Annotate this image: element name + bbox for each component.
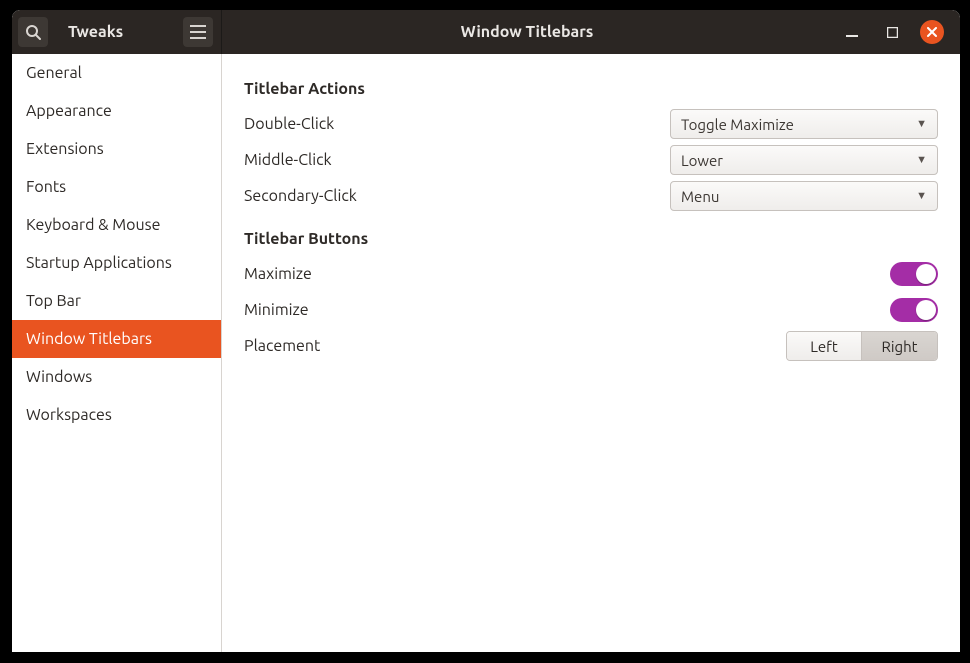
section-title-buttons: Titlebar Buttons: [244, 230, 938, 248]
app-title: Tweaks: [68, 23, 123, 41]
close-icon: [927, 27, 937, 37]
sidebar-item-window-titlebars[interactable]: Window Titlebars: [12, 320, 221, 358]
close-window-button[interactable]: [920, 20, 944, 44]
chevron-down-icon: ▼: [916, 118, 927, 130]
placement-option-left[interactable]: Left: [787, 332, 862, 360]
label-minimize: Minimize: [244, 301, 309, 319]
search-button[interactable]: [18, 17, 48, 47]
app-window: Tweaks Window Titlebars GeneralAppearanc…: [12, 10, 960, 652]
dropdown-secondary-click[interactable]: Menu ▼: [670, 181, 938, 211]
dropdown-middle-click[interactable]: Lower ▼: [670, 145, 938, 175]
dropdown-value: Menu: [681, 188, 719, 205]
label-maximize: Maximize: [244, 265, 312, 283]
label-middle-click: Middle-Click: [244, 151, 332, 169]
row-placement: Placement LeftRight: [244, 328, 938, 364]
label-double-click: Double-Click: [244, 115, 334, 133]
sidebar-item-startup-applications[interactable]: Startup Applications: [12, 244, 221, 282]
sidebar-item-workspaces[interactable]: Workspaces: [12, 396, 221, 434]
sidebar-item-appearance[interactable]: Appearance: [12, 92, 221, 130]
maximize-window-button[interactable]: [880, 20, 904, 44]
dropdown-value: Lower: [681, 152, 723, 169]
row-maximize: Maximize: [244, 256, 938, 292]
sidebar-item-top-bar[interactable]: Top Bar: [12, 282, 221, 320]
maximize-icon: [887, 27, 898, 38]
row-double-click: Double-Click Toggle Maximize ▼: [244, 106, 938, 142]
hamburger-icon: [190, 25, 206, 39]
placement-segmented: LeftRight: [786, 331, 938, 361]
row-secondary-click: Secondary-Click Menu ▼: [244, 178, 938, 214]
section-title-actions: Titlebar Actions: [244, 80, 938, 98]
content-pane: Titlebar Actions Double-Click Toggle Maxi…: [222, 54, 960, 652]
search-icon: [25, 24, 41, 40]
titlebar: Tweaks Window Titlebars: [12, 10, 960, 54]
label-placement: Placement: [244, 337, 320, 355]
sidebar-item-windows[interactable]: Windows: [12, 358, 221, 396]
sidebar-item-extensions[interactable]: Extensions: [12, 130, 221, 168]
toggle-maximize[interactable]: [890, 262, 938, 286]
page-title: Window Titlebars: [222, 23, 832, 41]
titlebar-left: Tweaks: [12, 10, 222, 54]
row-minimize: Minimize: [244, 292, 938, 328]
sidebar-item-fonts[interactable]: Fonts: [12, 168, 221, 206]
dropdown-value: Toggle Maximize: [681, 116, 794, 133]
sidebar-item-keyboard-mouse[interactable]: Keyboard & Mouse: [12, 206, 221, 244]
hamburger-menu-button[interactable]: [183, 17, 213, 47]
toggle-knob: [916, 300, 936, 320]
sidebar-item-general[interactable]: General: [12, 54, 221, 92]
window-controls: [832, 20, 960, 44]
placement-option-right[interactable]: Right: [862, 332, 937, 360]
row-middle-click: Middle-Click Lower ▼: [244, 142, 938, 178]
window-body: GeneralAppearanceExtensionsFontsKeyboard…: [12, 54, 960, 652]
toggle-knob: [916, 264, 936, 284]
minimize-icon: [846, 26, 858, 38]
chevron-down-icon: ▼: [916, 154, 927, 166]
minimize-window-button[interactable]: [840, 20, 864, 44]
chevron-down-icon: ▼: [916, 190, 927, 202]
label-secondary-click: Secondary-Click: [244, 187, 357, 205]
dropdown-double-click[interactable]: Toggle Maximize ▼: [670, 109, 938, 139]
toggle-minimize[interactable]: [890, 298, 938, 322]
sidebar: GeneralAppearanceExtensionsFontsKeyboard…: [12, 54, 222, 652]
